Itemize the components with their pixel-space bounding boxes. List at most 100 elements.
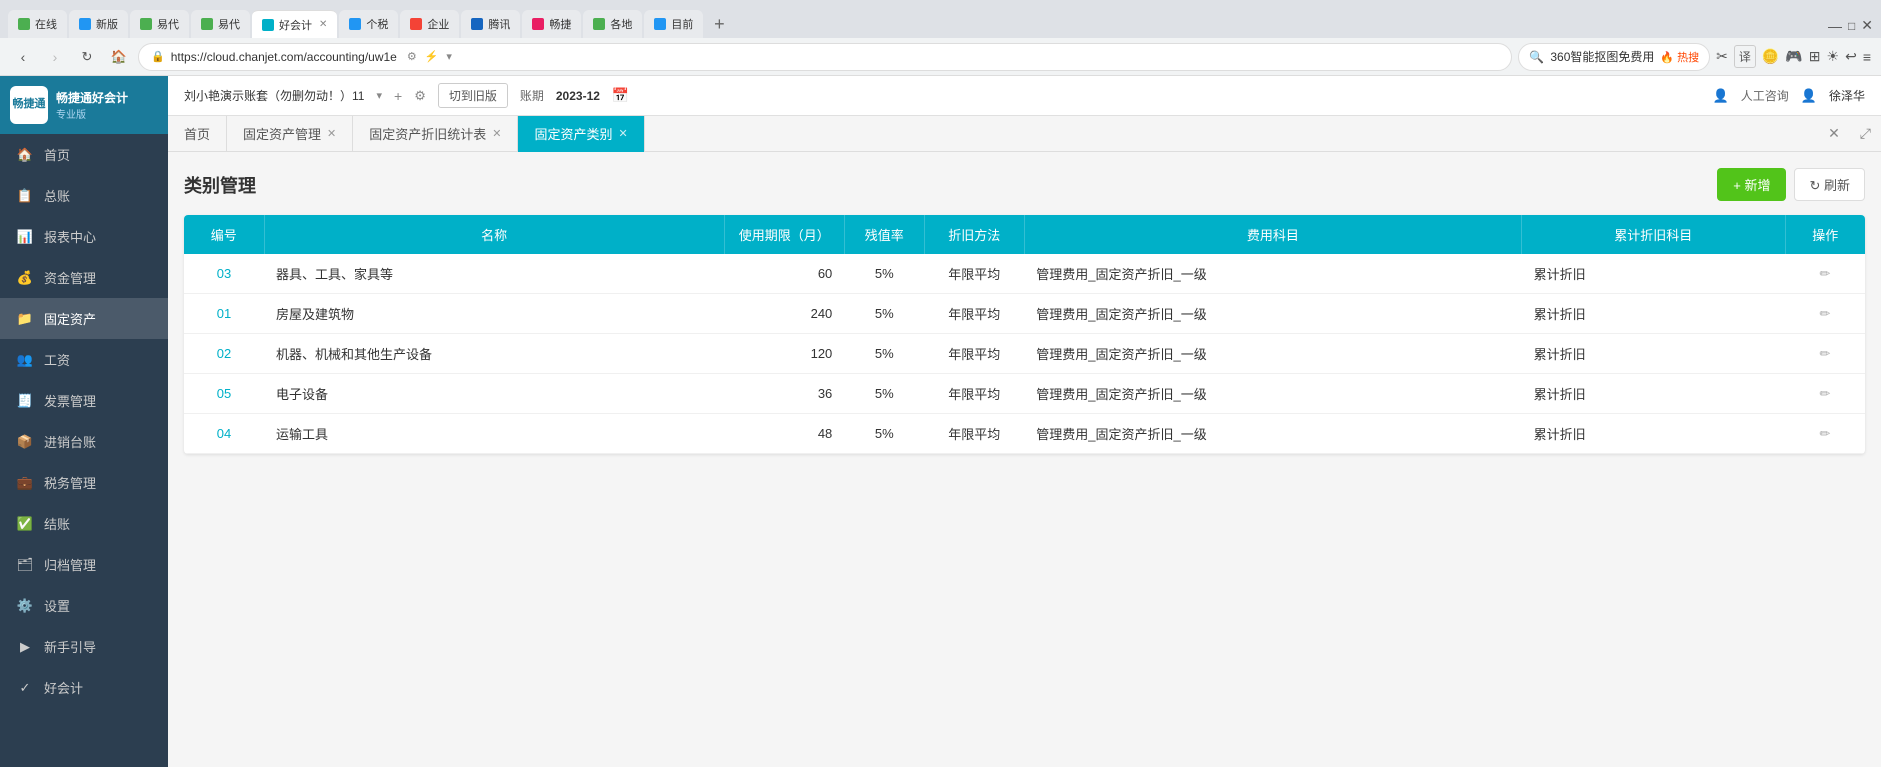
- settings-icon: ⚙️: [16, 598, 34, 614]
- close-period-icon: ✅: [16, 516, 34, 532]
- cell-method: 年限平均: [924, 374, 1024, 414]
- sidebar-item-tax[interactable]: 💼 税务管理: [0, 462, 168, 503]
- cell-action[interactable]: ✏: [1785, 294, 1865, 334]
- browser-tab-tengxun[interactable]: 腾讯: [461, 10, 520, 38]
- sidebar-item-invoice[interactable]: 🧾 发票管理: [0, 380, 168, 421]
- cell-action[interactable]: ✏: [1785, 414, 1865, 454]
- nav-forward[interactable]: ›: [42, 44, 68, 70]
- home-icon: 🏠: [16, 147, 34, 163]
- cut-icon[interactable]: ✂: [1716, 48, 1728, 65]
- tab-haokuaiji-close[interactable]: ✕: [319, 19, 327, 30]
- cell-accum: 累计折旧: [1522, 254, 1785, 294]
- cell-name: 电子设备: [264, 374, 724, 414]
- cell-code: 03: [184, 254, 264, 294]
- window-close[interactable]: ✕: [1861, 17, 1873, 34]
- app-header: 刘小艳演示账套（勿删勿动！）11 ▾ + ⚙ 切到旧版 账期 2023-12 📅…: [168, 76, 1881, 116]
- sidebar-item-fixed-assets[interactable]: 📁 固定资产: [0, 298, 168, 339]
- settings-gear-icon[interactable]: ⚙: [414, 88, 426, 104]
- sidebar-item-funds[interactable]: 💰 资金管理: [0, 257, 168, 298]
- sidebar-item-home[interactable]: 🏠 首页: [0, 134, 168, 175]
- undo-icon[interactable]: ↩: [1845, 48, 1857, 65]
- cell-rate: 5%: [844, 414, 924, 454]
- cell-action[interactable]: ✏: [1785, 334, 1865, 374]
- tab-fixed-assets-mgmt-close[interactable]: ✕: [327, 127, 336, 140]
- tab-depreciation-table-close[interactable]: ✕: [492, 127, 501, 140]
- sidebar-item-settings[interactable]: ⚙️ 设置: [0, 585, 168, 626]
- browser-tab-new[interactable]: 新版: [69, 10, 128, 38]
- boost-icon[interactable]: ⚡: [425, 50, 439, 63]
- period-value: 2023-12: [556, 89, 600, 103]
- window-minimize[interactable]: —: [1828, 18, 1842, 34]
- site-info-icon[interactable]: ⚙: [407, 50, 417, 63]
- tab-home[interactable]: 首页: [168, 116, 227, 152]
- sidebar-item-reports[interactable]: 📊 报表中心: [0, 216, 168, 257]
- service-label[interactable]: 人工咨询: [1741, 87, 1789, 104]
- sidebar-item-guide[interactable]: ▶ 新手引导: [0, 626, 168, 667]
- cell-expense: 管理费用_固定资产折旧_一级: [1024, 414, 1521, 454]
- tab-depreciation-table[interactable]: 固定资产折旧统计表 ✕: [353, 116, 518, 152]
- tab-qiye-label: 企业: [427, 16, 449, 32]
- dropdown-arrow[interactable]: ▾: [376, 89, 382, 102]
- tab-close-icon[interactable]: ✕: [1818, 125, 1850, 142]
- tab-asset-category-close[interactable]: ✕: [619, 127, 628, 140]
- sidebar-item-ledger[interactable]: 📋 总账: [0, 175, 168, 216]
- sidebar-item-sales[interactable]: 📦 进销台账: [0, 421, 168, 462]
- browser-tab-changjie[interactable]: 畅捷: [522, 10, 581, 38]
- sidebar-item-payroll[interactable]: 👥 工资: [0, 339, 168, 380]
- tab-fixed-assets-mgmt[interactable]: 固定资产管理 ✕: [227, 116, 353, 152]
- sidebar-archive-label: 归档管理: [44, 555, 96, 574]
- search-box[interactable]: 🔍 360智能抠图免费用 🔥 热搜: [1518, 43, 1710, 71]
- game-icon[interactable]: 🎮: [1785, 48, 1802, 65]
- coin-icon[interactable]: 🪙: [1762, 48, 1779, 65]
- sidebar-item-kuaiji[interactable]: ✓ 好会计: [0, 667, 168, 708]
- window-maximize[interactable]: □: [1848, 19, 1855, 33]
- tab-online-label: 在线: [35, 16, 57, 32]
- tab-add-button[interactable]: +: [705, 10, 733, 38]
- url-bar[interactable]: 🔒 https://cloud.chanjet.com/accounting/u…: [138, 43, 1512, 71]
- browser-tab-online[interactable]: 在线: [8, 10, 67, 38]
- nav-back[interactable]: ‹: [10, 44, 36, 70]
- add-account-btn[interactable]: +: [394, 88, 402, 104]
- tab-haokuaiji-label: 好会计: [279, 17, 312, 33]
- tab-expand-icon[interactable]: ⤢: [1850, 125, 1881, 142]
- cell-action[interactable]: ✏: [1785, 254, 1865, 294]
- sidebar-item-archive[interactable]: 🗂 归档管理: [0, 544, 168, 585]
- add-button[interactable]: + 新增: [1717, 168, 1786, 201]
- refresh-button[interactable]: ↻ 刷新: [1794, 168, 1865, 201]
- cell-code: 05: [184, 374, 264, 414]
- menu-icon[interactable]: ≡: [1863, 49, 1871, 65]
- browser-tab-yidai1[interactable]: 易代: [130, 10, 189, 38]
- tab-asset-category[interactable]: 固定资产类别 ✕: [518, 116, 644, 152]
- browser-tab-muqian[interactable]: 目前: [644, 10, 703, 38]
- archive-icon: 🗂: [16, 557, 34, 573]
- sidebar-logo: 畅捷通 畅捷通好会计 专业版: [0, 76, 168, 134]
- sidebar-item-close[interactable]: ✅ 结账: [0, 503, 168, 544]
- cell-expense: 管理费用_固定资产折旧_一级: [1024, 334, 1521, 374]
- sidebar-ledger-label: 总账: [44, 186, 70, 205]
- invoice-icon: 🧾: [16, 393, 34, 409]
- table-row: 04 运输工具 48 5% 年限平均 管理费用_固定资产折旧_一级 累计折旧 ✏: [184, 414, 1865, 454]
- col-header-expense: 费用科目: [1024, 215, 1521, 254]
- logo-subtitle: 专业版: [56, 106, 128, 121]
- cell-rate: 5%: [844, 374, 924, 414]
- nav-home[interactable]: 🏠: [106, 44, 132, 70]
- browser-tab-yidai2[interactable]: 易代: [191, 10, 250, 38]
- switch-version-btn[interactable]: 切到旧版: [438, 83, 508, 108]
- sidebar-payroll-label: 工资: [44, 350, 70, 369]
- cell-action[interactable]: ✏: [1785, 374, 1865, 414]
- col-header-period: 使用期限（月）: [724, 215, 844, 254]
- funds-icon: 💰: [16, 270, 34, 286]
- browser-tab-geshui[interactable]: 个税: [339, 10, 398, 38]
- nav-reload[interactable]: ↻: [74, 44, 100, 70]
- translate-icon[interactable]: 译: [1734, 45, 1756, 68]
- browser-tab-gedi[interactable]: 各地: [583, 10, 642, 38]
- cell-accum: 累计折旧: [1522, 414, 1785, 454]
- dropdown-icon[interactable]: ▾: [446, 50, 452, 63]
- calendar-icon[interactable]: 📅: [612, 87, 629, 104]
- brightness-icon[interactable]: ☀: [1827, 48, 1840, 65]
- ssl-icon: 🔒: [151, 50, 165, 63]
- grid-icon[interactable]: ⊞: [1809, 48, 1821, 65]
- browser-tab-qiye[interactable]: 企业: [400, 10, 459, 38]
- cell-accum: 累计折旧: [1522, 334, 1785, 374]
- browser-tab-haokuaiji[interactable]: 好会计 ✕: [252, 10, 337, 38]
